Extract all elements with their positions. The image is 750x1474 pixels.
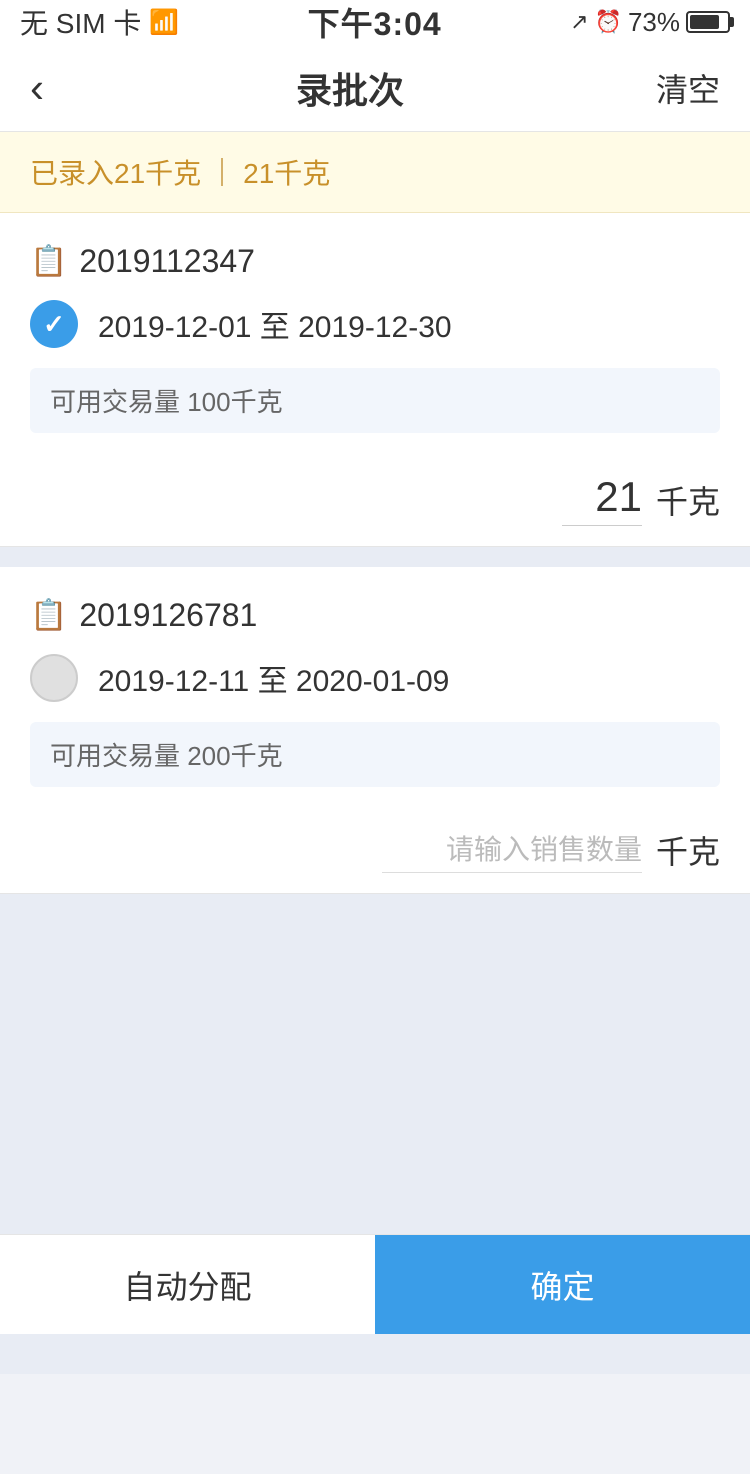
batch-item-1: 📋 2019112347 ✓ 2019-12-01 至 2019-12-30 可… [0, 213, 750, 547]
confirm-label: 确定 [530, 1262, 594, 1308]
sim-text: 无 SIM 卡 [20, 2, 141, 42]
summary-divider [221, 158, 223, 186]
summary-bar: 已录入21千克 21千克 [0, 132, 750, 213]
alarm-icon: ⏰ [595, 9, 622, 35]
summary-label: 已录入21千克 [30, 152, 201, 192]
confirm-button[interactable]: 确定 [375, 1235, 750, 1334]
batch1-header: 📋 2019112347 [0, 213, 750, 290]
batch2-qty-row: 请输入销售数量 千克 [0, 807, 750, 894]
summary-value: 21千克 [243, 152, 330, 192]
batch1-qty-unit: 千克 [656, 477, 720, 523]
batch2-icon: 📋 [30, 598, 67, 633]
battery-percent: 73% [628, 7, 680, 38]
wifi-icon: 📶 [149, 8, 179, 37]
batch1-qty-row: 21 千克 [0, 453, 750, 547]
battery-icon [686, 11, 730, 33]
batch1-date-row[interactable]: ✓ 2019-12-01 至 2019-12-30 [0, 290, 750, 358]
batch1-dates: 2019-12-01 至 2019-12-30 [98, 302, 452, 346]
auto-distribute-label: 自动分配 [123, 1262, 251, 1308]
clear-button[interactable]: 清空 [656, 65, 720, 111]
nav-bar: ‹ 录批次 清空 [0, 44, 750, 132]
batch2-available: 可用交易量 200千克 [30, 722, 720, 787]
batch2-dates: 2019-12-11 至 2020-01-09 [98, 656, 449, 700]
batch1-qty-value[interactable]: 21 [562, 473, 642, 526]
status-time: 下午3:04 [308, 0, 442, 45]
batch2-qty-placeholder[interactable]: 请输入销售数量 [382, 828, 642, 873]
batch1-icon: 📋 [30, 244, 67, 279]
batch1-id: 2019112347 [79, 243, 255, 280]
batch-item-2: 📋 2019126781 2019-12-11 至 2020-01-09 可用交… [0, 567, 750, 894]
status-bar: 无 SIM 卡 📶 下午3:04 ↗ ⏰ 73% [0, 0, 750, 44]
status-right: ↗ ⏰ 73% [570, 7, 730, 38]
auto-distribute-button[interactable]: 自动分配 [0, 1235, 375, 1334]
batch1-available: 可用交易量 100千克 [30, 368, 720, 433]
batch1-radio[interactable]: ✓ [30, 300, 78, 348]
batch1-check-icon: ✓ [43, 309, 65, 340]
page-title: 录批次 [296, 62, 404, 114]
location-icon: ↗ [570, 9, 588, 35]
batch2-date-row[interactable]: 2019-12-11 至 2020-01-09 [0, 644, 750, 712]
batch2-radio[interactable] [30, 654, 78, 702]
batch2-header: 📋 2019126781 [0, 567, 750, 644]
section-divider-1 [0, 547, 750, 567]
status-left: 无 SIM 卡 📶 [20, 2, 179, 42]
batch2-id: 2019126781 [79, 597, 257, 634]
batch2-qty-unit: 千克 [656, 827, 720, 873]
back-button[interactable]: ‹ [30, 67, 44, 109]
bottom-bar: 自动分配 确定 [0, 1234, 750, 1334]
